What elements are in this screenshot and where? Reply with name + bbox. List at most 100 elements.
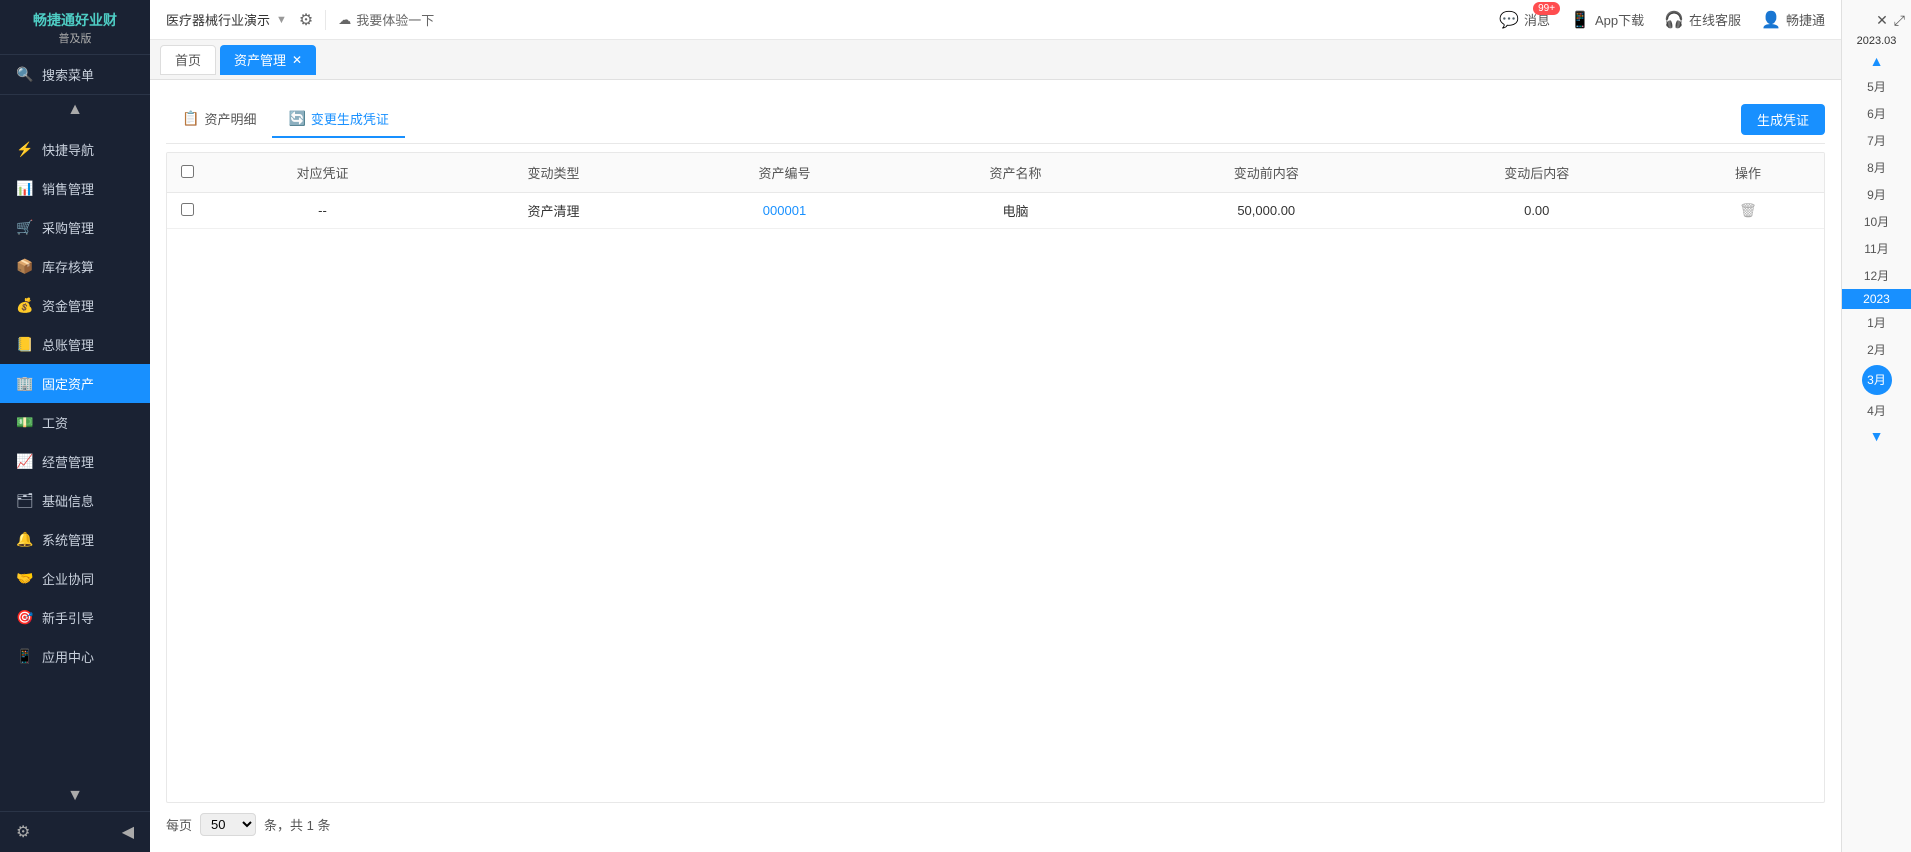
messages-icon: 💬 <box>1499 10 1519 30</box>
month-item-prev[interactable]: 8月 <box>1864 154 1889 181</box>
topbar-messages[interactable]: 💬消息99+ <box>1499 10 1550 30</box>
appcenter-icon: 📱 <box>16 648 34 665</box>
collapse-icon[interactable]: ◀ <box>122 822 134 842</box>
sidebar-item-sales[interactable]: 📊 销售管理 <box>0 169 150 208</box>
right-panel-expand-icon[interactable]: ⤢ <box>1894 12 1905 29</box>
header-operations: 操作 <box>1672 153 1824 193</box>
month-item-prev[interactable]: 12月 <box>1864 262 1889 289</box>
service-label: 在线客服 <box>1689 10 1741 29</box>
experience-button[interactable]: ☁ 我要体验一下 <box>338 10 434 29</box>
month-item-prev[interactable]: 5月 <box>1864 73 1889 100</box>
sidebar-item-capital[interactable]: 💰资金管理 <box>0 286 150 325</box>
settings-icon[interactable]: ⚙ <box>16 822 30 842</box>
header-voucher: 对应凭证 <box>207 153 438 193</box>
table-row: -- 资产清理 000001 电脑 50,000.00 0.00 🗑 <box>167 193 1824 229</box>
month-item-prev[interactable]: 7月 <box>1864 127 1889 154</box>
sidebar-item-sysmanage[interactable]: 🔔系统管理 <box>0 520 150 559</box>
quicknav-icon: ⚡ <box>16 141 34 158</box>
bizmanage-icon: 📈 <box>16 453 34 470</box>
topbar-settings-icon[interactable]: ⚙ <box>299 10 313 30</box>
sidebar-label-appcenter: 应用中心 <box>42 647 94 666</box>
delete-row-button[interactable]: 🗑 <box>1739 202 1757 219</box>
sidebar-nav: ⚡快捷导航 📊 销售管理 🛒采购管理📦库存核算💰资金管理📒总账管理🏢固定资产💵工资📈经… <box>0 125 150 781</box>
sidebar-item-newguide[interactable]: 🎯新手引导 <box>0 598 150 637</box>
right-panel-close-icon[interactable]: ✕ <box>1876 12 1888 29</box>
sidebar-item-appcenter[interactable]: 📱 应用中心 <box>0 637 150 676</box>
month-item-prev[interactable]: 9月 <box>1864 181 1889 208</box>
month-item-prev[interactable]: 11月 <box>1864 235 1889 262</box>
subtab-icon-asset_list: 📋 <box>182 110 199 127</box>
sidebar: 畅捷通好业财 普及版 🔍 搜索菜单 ▲ ⚡快捷导航📊销售管理🛒采购管理📦库存核算… <box>0 0 150 852</box>
row-change-type: 资产清理 <box>438 193 669 229</box>
sidebar-item-fixedasset[interactable]: 🏢固定资产 <box>0 364 150 403</box>
sidebar-label-purchase: 采购管理 <box>42 218 94 237</box>
sidebar-label-sales: 销售管理 <box>42 179 94 198</box>
subtab-asset_list[interactable]: 📋 资产明细 <box>166 101 272 138</box>
topbar: 医疗器械行业演示 ▼ ⚙ ☁ 我要体验一下 💬消息99+ 📱App下载 🎧 在线客服 👤… <box>150 0 1841 40</box>
page-size-select[interactable]: 102050100 <box>200 813 256 836</box>
app-logo-sub: 普及版 <box>59 30 92 46</box>
tab-label-home: 首页 <box>175 50 201 69</box>
sidebar-item-quicknav[interactable]: ⚡快捷导航 <box>0 130 150 169</box>
appdownload-icon: 📱 <box>1570 10 1590 30</box>
row-before-content: 50,000.00 <box>1131 193 1402 229</box>
main-area: 医疗器械行业演示 ▼ ⚙ ☁ 我要体验一下 💬消息99+ 📱App下载 🎧 在线客服 👤… <box>150 0 1841 852</box>
sidebar-item-enterprise[interactable]: 🤝企业协同 <box>0 559 150 598</box>
topbar-service[interactable]: 🎧 在线客服 <box>1664 10 1741 30</box>
panel-scroll-up-icon[interactable]: ▲ <box>1866 49 1888 73</box>
header-asset-no: 资产编号 <box>669 153 900 193</box>
row-checkbox-0[interactable] <box>181 203 194 216</box>
experience-icon: ☁ <box>338 12 351 28</box>
month-item-current[interactable]: 3月 <box>1862 365 1892 395</box>
sidebar-scroll-down[interactable]: ▼ <box>63 783 87 809</box>
sidebar-label-enterprise: 企业协同 <box>42 569 94 588</box>
month-item-current[interactable]: 1月 <box>1862 309 1892 336</box>
subtab-label-asset_list: 资产明细 <box>204 109 256 128</box>
sidebar-item-purchase[interactable]: 🛒采购管理 <box>0 208 150 247</box>
subtab-label-change_voucher: 变更生成凭证 <box>311 109 389 128</box>
topbar-appdownload[interactable]: 📱App下载 <box>1570 10 1644 30</box>
sidebar-item-bizmanage[interactable]: 📈经营管理 <box>0 442 150 481</box>
header-after-content: 变动后内容 <box>1402 153 1673 193</box>
subtab-change_voucher[interactable]: 🔄变更生成凭证 <box>272 101 404 138</box>
fixedasset-icon: 🏢 <box>16 375 34 392</box>
row-voucher: -- <box>207 193 438 229</box>
right-panel: ✕ ⤢ 2023.03 ▲ 5月6月7月8月9月10月11月12月 2023 1… <box>1841 0 1911 852</box>
sidebar-item-basicinfo[interactable]: 🗂 基础信息 <box>0 481 150 520</box>
month-item-current[interactable]: 4月 <box>1862 397 1892 424</box>
sidebar-scroll-up[interactable]: ▲ <box>63 97 87 123</box>
month-item-current[interactable]: 2月 <box>1862 336 1892 363</box>
tab-asset_manage[interactable]: 资产管理 ✕ <box>220 45 316 75</box>
company-name: 医疗器械行业演示 <box>166 10 270 29</box>
month-item-prev[interactable]: 10月 <box>1864 208 1889 235</box>
company-selector[interactable]: 医疗器械行业演示 ▼ <box>166 10 287 29</box>
basicinfo-icon: 🗂 <box>16 492 34 509</box>
service-icon: 🎧 <box>1664 10 1684 30</box>
sales-icon: 📊 <box>16 180 34 197</box>
sysmanage-icon: 🔔 <box>16 531 34 548</box>
sidebar-item-ledger[interactable]: 📒总账管理 <box>0 325 150 364</box>
row-asset-name: 电脑 <box>900 193 1131 229</box>
search-menu-item[interactable]: 🔍 搜索菜单 <box>0 55 150 95</box>
sidebar-label-salary: 工资 <box>42 413 68 432</box>
sidebar-item-salary[interactable]: 💵工资 <box>0 403 150 442</box>
sidebar-label-newguide: 新手引导 <box>42 608 94 627</box>
panel-scroll-down-icon[interactable]: ▼ <box>1866 424 1888 448</box>
tab-close-asset_manage[interactable]: ✕ <box>292 53 302 67</box>
current-year-label: 2023 <box>1842 289 1911 309</box>
header-asset-name: 资产名称 <box>900 153 1131 193</box>
data-table: 对应凭证 变动类型 资产编号 资产名称 变动前内容 变动后内容 操作 -- 资产… <box>167 153 1824 229</box>
generate-voucher-button[interactable]: 生成凭证 <box>1741 104 1825 135</box>
row-after-content: 0.00 <box>1402 193 1673 229</box>
sidebar-item-inventory[interactable]: 📦库存核算 <box>0 247 150 286</box>
sidebar-label-basicinfo: 基础信息 <box>42 491 94 510</box>
month-item-prev[interactable]: 6月 <box>1864 100 1889 127</box>
topbar-user[interactable]: 👤畅捷通 <box>1761 10 1825 30</box>
header-change-type: 变动类型 <box>438 153 669 193</box>
company-chevron-icon: ▼ <box>276 14 287 26</box>
messages-badge: 99+ <box>1533 2 1560 15</box>
select-all-checkbox[interactable] <box>181 165 194 178</box>
tab-home[interactable]: 首页 <box>160 45 216 75</box>
header-checkbox-col <box>167 153 207 193</box>
tab-label-asset_manage: 资产管理 <box>234 50 286 69</box>
